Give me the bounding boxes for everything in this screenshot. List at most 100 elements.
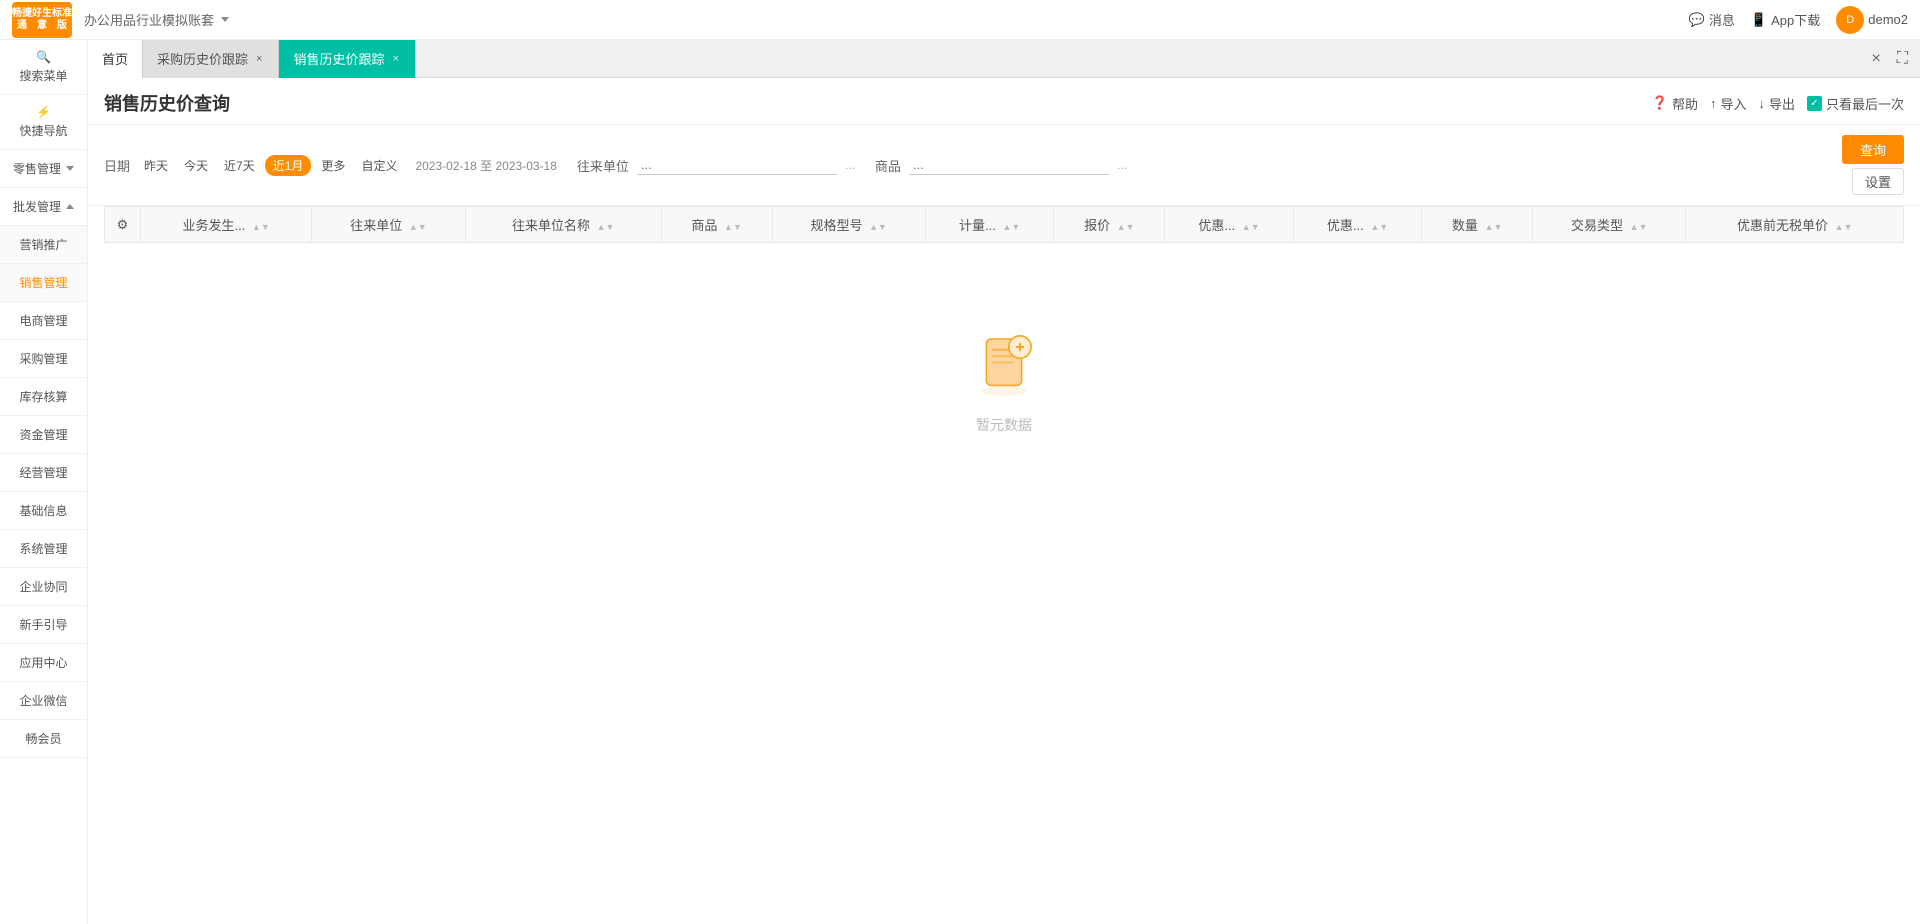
sidebar: 🔍 搜索菜单 ⚡ 快捷导航 零售管理 批发管理 营销推广 销售管理 电商管理 采… — [0, 40, 88, 924]
app-logo[interactable]: 畅捷通 好生意 标准版 — [12, 2, 72, 38]
check-icon: ✓ — [1810, 98, 1818, 109]
date-range-text: 2023-02-18 至 2023-03-18 — [415, 157, 556, 174]
tabs-bar: 首页 采购历史价跟踪 × 销售历史价跟踪 × × ⛶ — [88, 40, 1920, 78]
col-gear[interactable]: ⚙ — [105, 207, 141, 243]
goods-label: 商品 — [875, 156, 901, 175]
date-label: 日期 — [104, 156, 130, 175]
content-area: 首页 采购历史价跟踪 × 销售历史价跟踪 × × ⛶ 销售历史价查询 — [88, 40, 1920, 924]
tab-purchase-history[interactable]: 采购历史价跟踪 × — [143, 40, 279, 78]
date-opt-today[interactable]: 今天 — [178, 155, 214, 176]
sort-icon: ▲▼ — [1242, 222, 1260, 232]
sidebar-item-sales-mgmt[interactable]: 销售管理 — [0, 264, 87, 302]
top-bar: 畅捷通 好生意 标准版 办公用品行业模拟账套 💬 消息 📱 App下载 D de… — [0, 0, 1920, 40]
main-container: 🔍 搜索菜单 ⚡ 快捷导航 零售管理 批发管理 营销推广 销售管理 电商管理 采… — [0, 40, 1920, 924]
import-icon: ↑ — [1710, 96, 1717, 111]
app-selector[interactable]: 办公用品行业模拟账套 — [84, 10, 1689, 29]
goods-dots: ... — [1117, 158, 1127, 172]
settings-button[interactable]: 设置 — [1852, 168, 1904, 195]
col-qty[interactable]: 数量 ▲▼ — [1422, 207, 1533, 243]
empty-text: 暂元数据 — [976, 415, 1032, 435]
page-header-actions: ❓ 帮助 ↑ 导入 ↓ 导出 ✓ 只看最后一 — [1652, 94, 1904, 113]
goods-input[interactable] — [909, 155, 1109, 175]
col-partner-code[interactable]: 往来单位 ▲▼ — [312, 207, 465, 243]
sidebar-item-wholesale-mgmt[interactable]: 批发管理 — [0, 188, 87, 226]
window-close-icon[interactable]: × — [1867, 48, 1884, 70]
data-table: ⚙ 业务发生... ▲▼ 往来单位 ▲▼ 往来单位名称 — [104, 206, 1904, 243]
date-opt-last7[interactable]: 近7天 — [218, 155, 261, 176]
sort-icon: ▲▼ — [409, 222, 427, 232]
sidebar-item-inventory[interactable]: 库存核算 — [0, 378, 87, 416]
sidebar-item-new-guide[interactable]: 新手引导 — [0, 606, 87, 644]
col-discount2[interactable]: 优惠... ▲▼ — [1293, 207, 1422, 243]
export-icon: ↓ — [1758, 96, 1765, 111]
sidebar-item-system-mgmt[interactable]: 系统管理 — [0, 530, 87, 568]
query-button[interactable]: 查询 — [1842, 135, 1904, 164]
tab-home[interactable]: 首页 — [88, 40, 143, 78]
sidebar-item-app-center[interactable]: 应用中心 — [0, 644, 87, 682]
chevron-up-icon — [66, 204, 74, 209]
date-opt-custom[interactable]: 自定义 — [355, 155, 403, 176]
page-title: 销售历史价查询 — [104, 90, 230, 116]
message-button[interactable]: 💬 消息 — [1689, 10, 1735, 29]
empty-illustration — [964, 323, 1044, 403]
col-price[interactable]: 报价 ▲▼ — [1054, 207, 1165, 243]
search-icon: 🔍 — [36, 50, 51, 64]
sidebar-item-vip[interactable]: 畅会员 — [0, 720, 87, 758]
partner-input[interactable] — [637, 155, 837, 175]
app-download-button[interactable]: 📱 App下载 — [1751, 10, 1820, 29]
sort-icon: ▲▼ — [252, 222, 270, 232]
chevron-down-icon — [221, 17, 229, 22]
sort-icon: ▲▼ — [597, 222, 615, 232]
sort-icon: ▲▼ — [1485, 222, 1503, 232]
only-last-checkbox[interactable]: ✓ — [1807, 96, 1822, 111]
sort-icon: ▲▼ — [1630, 222, 1648, 232]
date-opt-last1m[interactable]: 近1月 — [265, 155, 312, 176]
sidebar-item-ops-mgmt[interactable]: 经营管理 — [0, 454, 87, 492]
empty-state: 暂元数据 — [104, 243, 1904, 515]
sidebar-item-quick-nav[interactable]: ⚡ 快捷导航 — [0, 95, 87, 150]
data-table-wrap: ⚙ 业务发生... ▲▼ 往来单位 ▲▼ 往来单位名称 — [88, 206, 1920, 515]
col-spec[interactable]: 规格型号 ▲▼ — [772, 207, 925, 243]
partner-dots: ... — [845, 158, 855, 172]
user-menu-button[interactable]: D demo2 — [1836, 6, 1908, 34]
goods-filter-group: 商品 ... — [875, 155, 1127, 175]
app-download-icon: 📱 — [1751, 12, 1767, 28]
col-trade-type[interactable]: 交易类型 ▲▼ — [1533, 207, 1686, 243]
tab-close-sales-history[interactable]: × — [390, 52, 400, 66]
sidebar-item-finance-mgmt[interactable]: 资金管理 — [0, 416, 87, 454]
col-partner-name[interactable]: 往来单位名称 ▲▼ — [465, 207, 661, 243]
col-unit[interactable]: 计量... ▲▼ — [925, 207, 1054, 243]
sort-icon: ▲▼ — [1370, 222, 1388, 232]
sidebar-item-retail-mgmt[interactable]: 零售管理 — [0, 150, 87, 188]
chevron-down-icon — [66, 166, 74, 171]
avatar: D — [1836, 6, 1864, 34]
sort-icon: ▲▼ — [869, 222, 887, 232]
partner-label: 往来单位 — [577, 156, 629, 175]
export-button[interactable]: ↓ 导出 — [1758, 94, 1795, 113]
sidebar-item-basic-info[interactable]: 基础信息 — [0, 492, 87, 530]
date-opt-yesterday[interactable]: 昨天 — [138, 155, 174, 176]
col-pre-tax-price[interactable]: 优惠前无税单价 ▲▼ — [1686, 207, 1904, 243]
sort-icon: ▲▼ — [1835, 222, 1853, 232]
sidebar-item-purchase-mgmt[interactable]: 采购管理 — [0, 340, 87, 378]
sidebar-item-ecom-mgmt[interactable]: 电商管理 — [0, 302, 87, 340]
sidebar-item-enterprise-collab[interactable]: 企业协同 — [0, 568, 87, 606]
only-last-checkbox-group[interactable]: ✓ 只看最后一次 — [1807, 94, 1904, 113]
message-icon: 💬 — [1689, 12, 1705, 28]
sort-icon: ▲▼ — [1003, 222, 1021, 232]
col-discount1[interactable]: 优惠... ▲▼ — [1165, 207, 1294, 243]
window-maximize-icon[interactable]: ⛶ — [1893, 48, 1912, 70]
sidebar-item-marketing[interactable]: 营销推广 — [0, 226, 87, 264]
date-filter-group: 日期 昨天 今天 近7天 近1月 更多 自定义 2023-02-18 至 202… — [104, 155, 557, 176]
filter-bar: 日期 昨天 今天 近7天 近1月 更多 自定义 2023-02-18 至 202… — [88, 125, 1920, 206]
import-button[interactable]: ↑ 导入 — [1710, 94, 1747, 113]
help-button[interactable]: ❓ 帮助 — [1652, 94, 1698, 113]
sidebar-item-enterprise-wechat[interactable]: 企业微信 — [0, 682, 87, 720]
col-biz-date[interactable]: 业务发生... ▲▼ — [141, 207, 312, 243]
page-header: 销售历史价查询 ❓ 帮助 ↑ 导入 ↓ 导出 — [88, 78, 1920, 125]
tab-close-purchase-history[interactable]: × — [254, 52, 264, 66]
date-opt-more[interactable]: 更多 — [315, 155, 351, 176]
sidebar-item-search-menu[interactable]: 🔍 搜索菜单 — [0, 40, 87, 95]
tab-sales-history[interactable]: 销售历史价跟踪 × — [279, 40, 415, 78]
col-goods[interactable]: 商品 ▲▼ — [661, 207, 772, 243]
